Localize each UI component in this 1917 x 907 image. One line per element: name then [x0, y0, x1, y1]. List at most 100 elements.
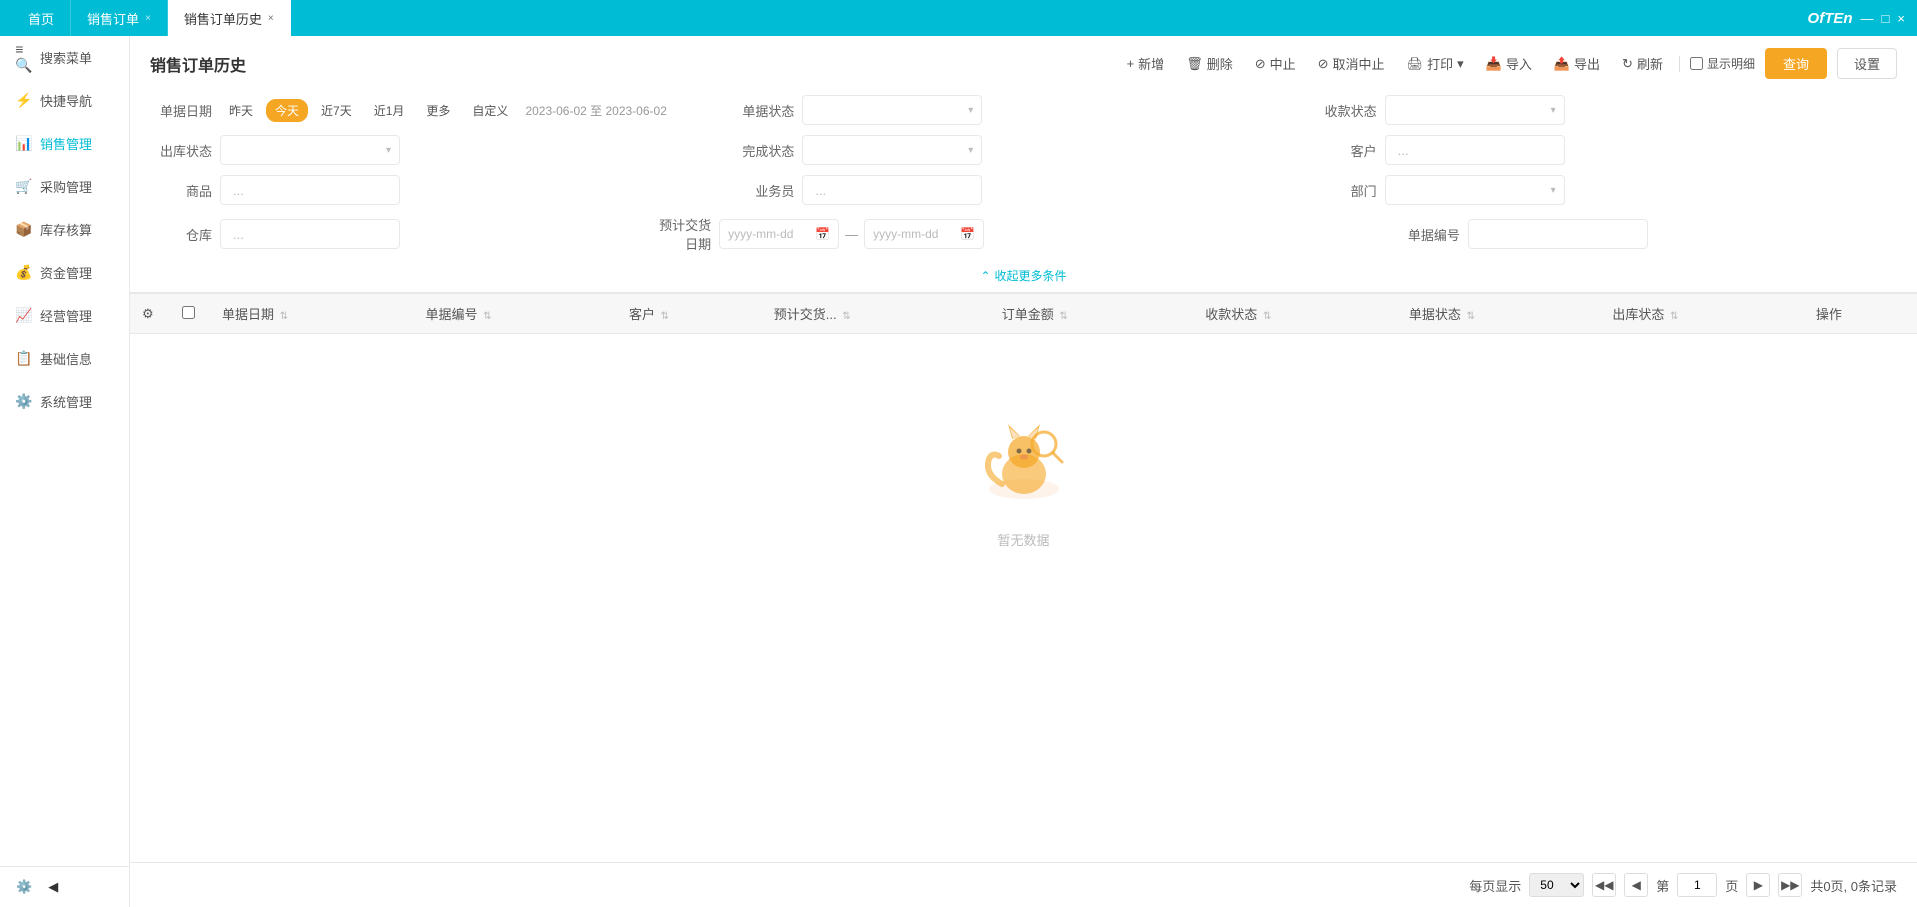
filter-date-cell: 单据日期 昨天 今天 近7天 近1月 更多 自定义 2023-06-02 至 2…	[150, 99, 732, 122]
delivery-end-input[interactable]: yyyy-mm-dd 📅	[864, 219, 984, 249]
tab-home[interactable]: 首页	[12, 0, 71, 36]
sidebar-item-inventory[interactable]: 📦 库存核算	[0, 208, 129, 251]
query-button[interactable]: 查询	[1765, 48, 1827, 79]
filter-complete-status-cell: 完成状态 ▾	[732, 135, 1314, 165]
sidebar-item-purchase-mgmt[interactable]: 🛒 采购管理	[0, 165, 129, 208]
sidebar-item-ops-mgmt[interactable]: 📈 经营管理	[0, 294, 129, 337]
cancel-stop-button[interactable]: ⊘ 取消中止	[1312, 50, 1391, 77]
sidebar-item-sales-mgmt[interactable]: 📊 销售管理	[0, 122, 129, 165]
th-date[interactable]: 单据日期 ⇅	[210, 294, 414, 334]
delivery-start-input[interactable]: yyyy-mm-dd 📅	[719, 219, 839, 249]
table-area: ⚙ 单据日期 ⇅ 单据编号 ⇅	[130, 293, 1917, 862]
filter-dept-cell: 部门 ▾	[1315, 175, 1897, 205]
sort-customer-icon: ⇅	[661, 311, 669, 322]
salesperson-input[interactable]: ...	[802, 175, 982, 205]
sidebar-item-search-menu[interactable]: ≡🔍 搜索菜单	[0, 36, 129, 79]
sort-receipt-icon: ⇅	[1263, 311, 1271, 322]
close-tab-history[interactable]: ×	[268, 13, 274, 24]
export-button[interactable]: 📤 导出	[1548, 50, 1606, 77]
date-btn-today[interactable]: 今天	[266, 99, 308, 122]
salesperson-ellipsis-icon[interactable]: ...	[811, 183, 830, 198]
th-delivery[interactable]: 预计交货... ⇅	[762, 294, 990, 334]
date-btn-custom[interactable]: 自定义	[463, 99, 517, 122]
select-all-checkbox[interactable]	[182, 306, 195, 319]
filter-bill-no-cell: 单据编号	[1398, 219, 1897, 249]
date-btn-yesterday[interactable]: 昨天	[220, 99, 262, 122]
next-page-button[interactable]: ▶	[1746, 873, 1770, 897]
per-page-label: 每页显示	[1469, 876, 1521, 895]
topbar-close[interactable]: ×	[1897, 11, 1905, 26]
sidebar-item-system-mgmt[interactable]: ⚙️ 系统管理	[0, 380, 129, 423]
customer-label: 客户	[1315, 141, 1385, 160]
bill-no-input[interactable]	[1468, 219, 1648, 249]
topbar-minimize[interactable]: —	[1861, 11, 1874, 26]
goods-input[interactable]: ...	[220, 175, 400, 205]
collapse-button[interactable]: ⌃ 收起更多条件	[150, 263, 1897, 292]
first-page-button[interactable]: ◀◀	[1592, 873, 1616, 897]
date-btn-1month[interactable]: 近1月	[365, 99, 414, 122]
th-settings[interactable]: ⚙	[130, 294, 170, 334]
display-columns-input[interactable]	[1690, 57, 1703, 70]
delete-button[interactable]: 🗑 删除	[1180, 50, 1239, 77]
out-status-label: 出库状态	[150, 141, 220, 160]
th-customer[interactable]: 客户 ⇅	[617, 294, 762, 334]
complete-status-select[interactable]: ▾	[802, 135, 982, 165]
sidebar-collapse-icon[interactable]: ◀	[48, 879, 58, 895]
goods-ellipsis-icon[interactable]: ...	[229, 183, 248, 198]
salesperson-label: 业务员	[732, 181, 802, 200]
topbar-maximize[interactable]: □	[1882, 11, 1890, 26]
sidebar-item-capital-mgmt[interactable]: 💰 资金管理	[0, 251, 129, 294]
prev-page-button[interactable]: ◀	[1624, 873, 1648, 897]
customer-ellipsis-icon[interactable]: ...	[1394, 143, 1413, 158]
page-number-input[interactable]	[1677, 873, 1717, 897]
th-no[interactable]: 单据编号 ⇅	[414, 294, 618, 334]
tab-sales-order[interactable]: 销售订单 ×	[71, 0, 168, 36]
sidebar: ≡🔍 搜索菜单 ⚡ 快捷导航 📊 销售管理 🛒 采购管理 📦 库存核算 💰 资金…	[0, 36, 130, 907]
first-page-icon: ◀◀	[1595, 878, 1613, 892]
sidebar-label-ops-mgmt: 经营管理	[40, 306, 92, 325]
tab-sales-order-history[interactable]: 销售订单历史 ×	[168, 0, 291, 36]
sidebar-settings-icon[interactable]: ⚙️	[16, 879, 32, 895]
filter-row-3: 商品 ... 业务员 ... 部门	[150, 175, 1897, 205]
table-body: 暂无数据	[130, 334, 1917, 630]
display-columns-checkbox[interactable]: 显示明细	[1690, 55, 1755, 72]
complete-status-arrow-icon: ▾	[968, 145, 973, 156]
empty-row: 暂无数据	[130, 334, 1917, 630]
dept-select[interactable]: ▾	[1385, 175, 1565, 205]
stop-button[interactable]: ⊘ 中止	[1249, 50, 1302, 77]
capital-mgmt-icon: 💰	[16, 265, 32, 281]
print-dropdown-icon: ▾	[1457, 56, 1464, 72]
out-status-select[interactable]: ▾	[220, 135, 400, 165]
th-out-status[interactable]: 出库状态 ⇅	[1600, 294, 1804, 334]
receipt-status-select[interactable]: ▾	[1385, 95, 1565, 125]
filter-salesperson-cell: 业务员 ...	[732, 175, 1314, 205]
refresh-button[interactable]: ↻ 刷新	[1616, 50, 1669, 77]
per-page-select[interactable]: 50 100 200	[1529, 873, 1584, 897]
th-amount[interactable]: 订单金额 ⇅	[990, 294, 1194, 334]
quick-nav-icon: ⚡	[16, 93, 32, 109]
sidebar-item-basic-info[interactable]: 📋 基础信息	[0, 337, 129, 380]
filter-customer-cell: 客户 ...	[1315, 135, 1897, 165]
date-btn-7days[interactable]: 近7天	[312, 99, 361, 122]
th-checkbox[interactable]	[170, 294, 210, 334]
warehouse-ellipsis-icon[interactable]: ...	[229, 227, 248, 242]
last-page-icon: ▶▶	[1781, 878, 1799, 892]
date-btn-more[interactable]: 更多	[417, 99, 459, 122]
print-button[interactable]: 🖨 打印 ▾	[1401, 50, 1470, 77]
last-page-button[interactable]: ▶▶	[1778, 873, 1802, 897]
purchase-mgmt-icon: 🛒	[16, 179, 32, 195]
total-text: 共0页, 0条记录	[1810, 876, 1897, 895]
close-tab-sales-order[interactable]: ×	[145, 13, 151, 24]
warehouse-input[interactable]: ...	[220, 219, 400, 249]
th-bill-status[interactable]: 单据状态 ⇅	[1397, 294, 1601, 334]
delivery-date-range: yyyy-mm-dd 📅 — yyyy-mm-dd 📅	[719, 219, 984, 249]
import-button[interactable]: 📥 导入	[1480, 50, 1538, 77]
bill-status-select[interactable]: ▾	[802, 95, 982, 125]
empty-text: 暂无数据	[997, 530, 1049, 549]
new-button[interactable]: + 新增	[1121, 50, 1171, 77]
th-receipt-status[interactable]: 收款状态 ⇅	[1193, 294, 1397, 334]
setting-button[interactable]: 设置	[1837, 48, 1897, 79]
customer-input[interactable]: ...	[1385, 135, 1565, 165]
complete-status-label: 完成状态	[732, 141, 802, 160]
sidebar-item-quick-nav[interactable]: ⚡ 快捷导航	[0, 79, 129, 122]
